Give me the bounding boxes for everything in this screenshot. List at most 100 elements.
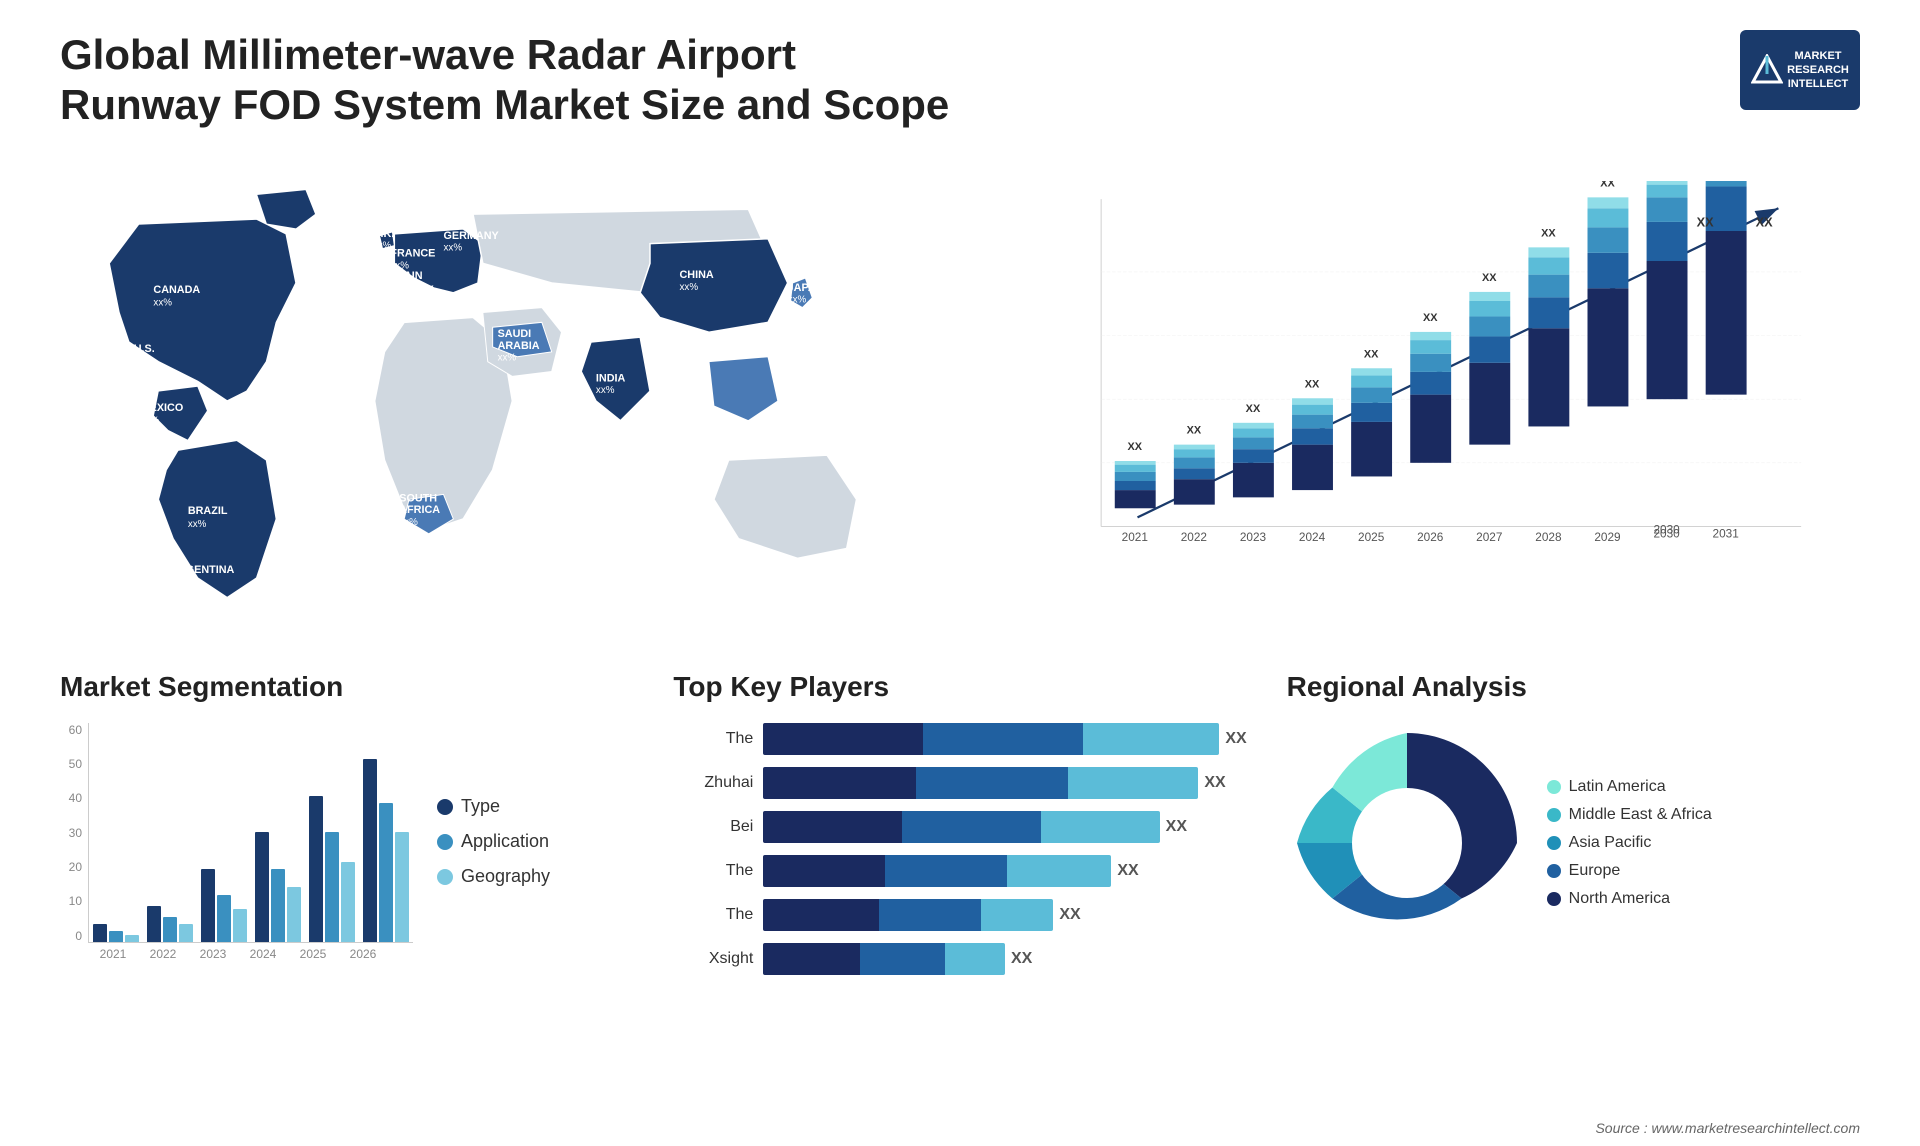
legend-application-dot — [437, 834, 453, 850]
svg-text:CHINA: CHINA — [680, 269, 714, 281]
seg-bar-2026 — [363, 759, 409, 942]
svg-text:JAPAN: JAPAN — [788, 282, 824, 294]
svg-text:2024: 2024 — [1299, 530, 1326, 544]
seg-y-axis: 60 50 40 30 20 10 0 — [60, 723, 88, 943]
svg-text:ITALY: ITALY — [404, 284, 434, 296]
svg-text:U.K.: U.K. — [373, 228, 395, 240]
player-bars-list: The XX Zhuhai — [673, 723, 1246, 975]
donut-chart-svg — [1287, 723, 1527, 963]
player-row-6: Xsight XX — [673, 943, 1246, 975]
seg-chart-wrapper: 60 50 40 30 20 10 0 — [60, 723, 633, 961]
legend-application: Application — [437, 831, 550, 852]
player-name-4: The — [673, 862, 753, 880]
player-row-4: The XX — [673, 855, 1246, 887]
segmentation-title: Market Segmentation — [60, 671, 633, 703]
donut-legend-apac: Asia Pacific — [1547, 834, 1712, 852]
seg-bar-2025 — [309, 796, 355, 942]
source-text: Source : www.marketresearchintellect.com — [1595, 1120, 1860, 1136]
china-shape — [640, 239, 788, 332]
svg-text:2030: 2030 — [1653, 523, 1680, 537]
seg-bar-2022 — [147, 906, 193, 942]
svg-text:xx%: xx% — [170, 578, 189, 589]
legend-type: Type — [437, 796, 550, 817]
regional-section: Regional Analysis — [1287, 671, 1860, 975]
page-container: Global Millimeter-wave Radar Airport Run… — [0, 0, 1920, 1146]
y-label-10: 10 — [60, 894, 82, 908]
player-row-3: Bei XX — [673, 811, 1246, 843]
player-name-2: Zhuhai — [673, 774, 753, 792]
svg-text:XX: XX — [1187, 425, 1202, 437]
y-label-0: 0 — [60, 929, 82, 943]
player-name-6: Xsight — [673, 950, 753, 968]
svg-text:xx%: xx% — [399, 517, 418, 528]
seg-bar-2024 — [255, 832, 301, 942]
logo-text-line1: MARKET — [1787, 49, 1849, 63]
bar-chart-svg: XX 2021 XX 2022 XX 2023 — [1035, 181, 1840, 581]
donut-legend-europe: Europe — [1547, 862, 1712, 880]
svg-text:INDIA: INDIA — [596, 372, 626, 384]
page-title: Global Millimeter-wave Radar Airport Run… — [60, 30, 960, 131]
player-xx-1: XX — [1225, 730, 1246, 748]
map-section: CANADA xx% U.S. xx% MEXICO xx% BRAZIL xx… — [60, 161, 945, 641]
y-label-20: 20 — [60, 860, 82, 874]
legend-application-label: Application — [461, 831, 549, 852]
svg-text:2028: 2028 — [1535, 530, 1562, 544]
donut-label-europe: Europe — [1569, 862, 1621, 880]
y-label-30: 30 — [60, 826, 82, 840]
legend-geography: Geography — [437, 866, 550, 887]
seg-bar-2023 — [201, 869, 247, 942]
seg-legend: Type Application Geography — [413, 723, 550, 961]
player-row-1: The XX — [673, 723, 1246, 755]
legend-type-label: Type — [461, 796, 500, 817]
svg-text:XX: XX — [1128, 441, 1143, 453]
player-xx-4: XX — [1117, 862, 1138, 880]
header: Global Millimeter-wave Radar Airport Run… — [60, 30, 1860, 131]
bottom-grid: Market Segmentation 60 50 40 30 20 10 0 — [60, 671, 1860, 975]
donut-dot-europe — [1547, 864, 1561, 878]
svg-text:ARABIA: ARABIA — [498, 340, 540, 352]
svg-text:2025: 2025 — [1358, 530, 1385, 544]
y-label-60: 60 — [60, 723, 82, 737]
svg-text:XX: XX — [1697, 214, 1714, 229]
seg-year-2025: 2025 — [292, 947, 334, 961]
y-label-40: 40 — [60, 791, 82, 805]
player-xx-6: XX — [1011, 950, 1032, 968]
svg-text:2029: 2029 — [1594, 530, 1620, 544]
donut-label-na: North America — [1569, 890, 1670, 908]
svg-text:XX: XX — [1482, 272, 1497, 284]
svg-text:XX: XX — [1364, 348, 1379, 360]
legend-geography-dot — [437, 869, 453, 885]
players-section: Top Key Players The XX — [673, 671, 1246, 975]
svg-text:2027: 2027 — [1476, 530, 1502, 544]
donut-legend-mea: Middle East & Africa — [1547, 806, 1712, 824]
logo-text-line2: RESEARCH — [1787, 63, 1849, 77]
svg-text:xx%: xx% — [188, 519, 207, 530]
svg-text:xx%: xx% — [680, 282, 699, 293]
logo-box: MARKET RESEARCH INTELLECT — [1740, 30, 1860, 110]
player-xx-3: XX — [1166, 818, 1187, 836]
svg-text:MEXICO: MEXICO — [141, 402, 184, 414]
svg-text:xx%: xx% — [141, 415, 160, 426]
seg-bars-area: 2021 2022 2023 2024 2025 2026 — [88, 723, 413, 961]
player-row-2: Zhuhai XX — [673, 767, 1246, 799]
legend-geography-label: Geography — [461, 866, 550, 887]
players-title: Top Key Players — [673, 671, 1246, 703]
seg-year-2024: 2024 — [242, 947, 284, 961]
svg-text:xx%: xx% — [404, 296, 423, 307]
seg-bar-2021 — [93, 924, 139, 942]
donut-container: Latin America Middle East & Africa Asia … — [1287, 723, 1860, 963]
seg-year-2026: 2026 — [342, 947, 384, 961]
player-xx-2: XX — [1204, 774, 1225, 792]
svg-text:2022: 2022 — [1181, 530, 1207, 544]
svg-text:BRAZIL: BRAZIL — [188, 505, 228, 517]
player-xx-5: XX — [1059, 906, 1080, 924]
svg-text:U.S.: U.S. — [134, 343, 155, 355]
svg-text:GERMANY: GERMANY — [444, 230, 500, 242]
logo-text-line3: INTELLECT — [1787, 77, 1849, 91]
seg-x-labels: 2021 2022 2023 2024 2025 2026 — [88, 943, 413, 961]
donut-legend-latam: Latin America — [1547, 778, 1712, 796]
svg-text:xx%: xx% — [153, 297, 172, 308]
svg-text:XX: XX — [1756, 214, 1773, 229]
svg-text:ARGENTINA: ARGENTINA — [170, 564, 234, 576]
regional-title: Regional Analysis — [1287, 671, 1860, 703]
